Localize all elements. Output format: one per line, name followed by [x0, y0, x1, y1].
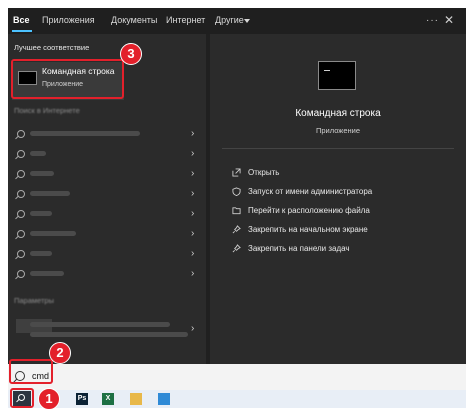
- settings-heading: Параметры: [14, 296, 54, 305]
- highlight-search-box: [9, 359, 53, 384]
- photoshop-icon: Ps: [77, 395, 87, 402]
- action-pin-taskbar[interactable]: Закрепить на панели задач: [232, 243, 462, 257]
- action-label: Перейти к расположению файла: [248, 206, 370, 215]
- search-icon: [17, 230, 25, 238]
- blurred-text: [30, 131, 140, 136]
- action-label: Запуск от имени администратора: [248, 187, 373, 196]
- cursor-glyph: [324, 70, 330, 71]
- tab-all[interactable]: Все: [13, 15, 30, 25]
- step-badge-3: 3: [120, 43, 142, 65]
- list-item[interactable]: ›: [8, 144, 206, 164]
- list-item[interactable]: ›: [8, 314, 206, 344]
- filter-tabs: Все Приложения Документы Интернет Другие…: [8, 8, 466, 34]
- action-pin-start[interactable]: Закрепить на начальном экране: [232, 224, 462, 238]
- blurred-text: [30, 231, 76, 236]
- chevron-right-icon: ›: [191, 168, 195, 179]
- blurred-text: [30, 322, 170, 327]
- pin-icon: [232, 225, 241, 234]
- highlight-best-match: [11, 59, 124, 99]
- tab-web[interactable]: Интернет: [166, 15, 205, 25]
- taskbar-app-remote-desktop[interactable]: [158, 393, 170, 405]
- search-icon: [17, 150, 25, 158]
- excel-icon: X: [105, 395, 111, 402]
- blurred-text: [30, 211, 52, 216]
- tab-more[interactable]: Другие: [215, 15, 244, 25]
- taskbar: Ps X: [8, 390, 466, 408]
- close-button[interactable]: ✕: [444, 13, 454, 27]
- taskbar-app-photoshop[interactable]: Ps: [76, 393, 88, 405]
- taskbar-app-excel[interactable]: X: [102, 393, 114, 405]
- search-box[interactable]: cmd: [8, 364, 466, 390]
- pin-icon: [232, 244, 241, 253]
- action-label: Открыть: [248, 168, 280, 177]
- action-open-file-location[interactable]: Перейти к расположению файла: [232, 205, 462, 219]
- command-prompt-icon: [318, 61, 356, 90]
- highlight-taskbar-search: [10, 388, 34, 408]
- action-open[interactable]: Открыть: [232, 167, 462, 181]
- search-icon: [17, 130, 25, 138]
- folder-icon: [232, 207, 241, 215]
- search-icon: [17, 250, 25, 258]
- chevron-right-icon: ›: [191, 248, 195, 259]
- best-match-heading: Лучшее соответствие: [14, 43, 90, 52]
- blurred-text: [30, 171, 54, 176]
- blurred-text: [30, 251, 52, 256]
- list-item[interactable]: ›: [8, 244, 206, 264]
- list-item[interactable]: ›: [8, 124, 206, 144]
- list-item[interactable]: ›: [8, 264, 206, 284]
- blurred-text: [30, 191, 70, 196]
- chevron-down-icon: [244, 19, 250, 23]
- list-item[interactable]: ›: [8, 164, 206, 184]
- divider: [222, 148, 454, 149]
- chevron-right-icon: ›: [191, 188, 195, 199]
- blurred-text: [30, 332, 188, 337]
- tab-apps[interactable]: Приложения: [42, 15, 95, 25]
- search-icon: [17, 270, 25, 278]
- chevron-right-icon: ›: [191, 228, 195, 239]
- web-search-heading: Поиск в Интернете: [14, 106, 80, 115]
- list-item[interactable]: ›: [8, 224, 206, 244]
- action-label: Закрепить на панели задач: [248, 244, 350, 253]
- more-options-button[interactable]: ···: [426, 15, 439, 26]
- list-item[interactable]: ›: [8, 184, 206, 204]
- search-icon: [17, 170, 25, 178]
- search-icon: [17, 190, 25, 198]
- chevron-right-icon: ›: [191, 148, 195, 159]
- chevron-right-icon: ›: [191, 323, 195, 334]
- action-run-as-admin[interactable]: Запуск от имени администратора: [232, 186, 462, 200]
- search-icon: [17, 210, 25, 218]
- step-badge-2: 2: [49, 342, 71, 364]
- blurred-text: [30, 151, 46, 156]
- blurred-text: [30, 271, 64, 276]
- preview-panel: Командная строка Приложение Открыть Запу…: [210, 34, 466, 364]
- preview-title: Командная строка: [295, 108, 381, 119]
- taskbar-app-explorer[interactable]: [130, 393, 142, 405]
- action-label: Закрепить на начальном экране: [248, 225, 368, 234]
- chevron-right-icon: ›: [191, 208, 195, 219]
- preview-subtitle: Приложение: [316, 126, 360, 135]
- open-icon: [232, 168, 241, 177]
- admin-shield-icon: [232, 187, 241, 196]
- chevron-right-icon: ›: [191, 268, 195, 279]
- active-tab-indicator: [12, 30, 32, 32]
- tab-documents[interactable]: Документы: [111, 15, 157, 25]
- list-item[interactable]: ›: [8, 204, 206, 224]
- chevron-right-icon: ›: [191, 128, 195, 139]
- step-badge-1: 1: [38, 388, 60, 410]
